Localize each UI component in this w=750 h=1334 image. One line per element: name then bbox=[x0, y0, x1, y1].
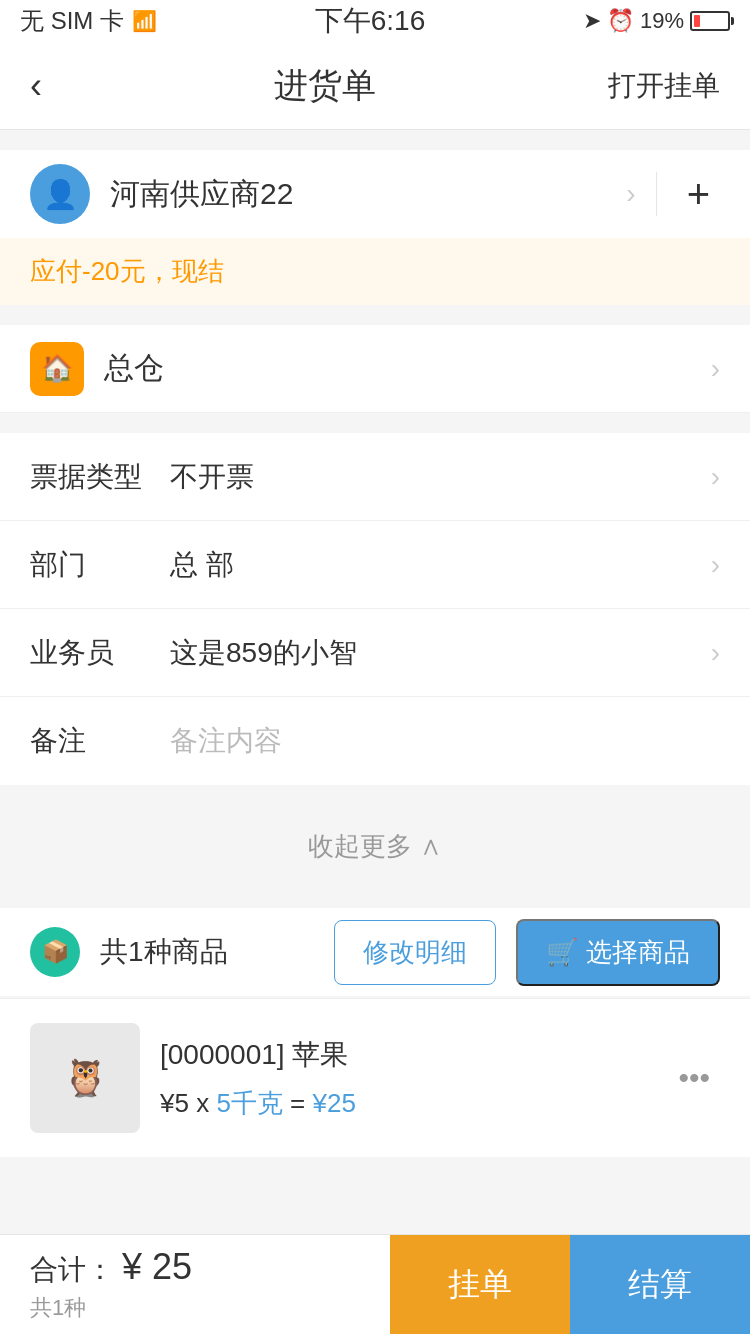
products-icon: 📦 bbox=[30, 927, 80, 977]
separator-products bbox=[0, 888, 750, 908]
supplier-name: 河南供应商22 bbox=[110, 174, 626, 215]
battery-icon bbox=[690, 11, 730, 31]
product-code: [0000001] bbox=[160, 1039, 285, 1070]
separator-top bbox=[0, 130, 750, 150]
product-name: [0000001] 苹果 bbox=[160, 1036, 668, 1074]
checkout-button-label: 结算 bbox=[628, 1263, 692, 1307]
salesman-chevron-icon: › bbox=[711, 637, 720, 669]
product-info: [0000001] 苹果 ¥5 x 5千克 = ¥25 bbox=[160, 1036, 668, 1121]
department-chevron-icon: › bbox=[711, 549, 720, 581]
supplier-card: 👤 河南供应商22 › + 应付-20元，现结 bbox=[0, 150, 750, 305]
battery-percent: 19% bbox=[640, 8, 684, 34]
products-icon-glyph: 📦 bbox=[42, 939, 69, 965]
department-row[interactable]: 部门 总 部 › bbox=[0, 521, 750, 609]
product-multiply: x bbox=[196, 1088, 216, 1118]
supplier-row[interactable]: 👤 河南供应商22 › + bbox=[0, 150, 750, 238]
edit-detail-button[interactable]: 修改明细 bbox=[334, 920, 496, 985]
form-card: 票据类型 不开票 › 部门 总 部 › 业务员 这是859的小智 › 备注 备注… bbox=[0, 433, 750, 785]
location-icon: ➤ bbox=[583, 8, 601, 34]
collapse-label: 收起更多 ∧ bbox=[308, 831, 441, 861]
status-time: 下午6:16 bbox=[315, 2, 426, 40]
notice-bar: 应付-20元，现结 bbox=[0, 238, 750, 305]
warehouse-icon: 🏠 bbox=[30, 342, 84, 396]
product-name-text: 苹果 bbox=[292, 1039, 348, 1070]
product-price: ¥5 x 5千克 = ¥25 bbox=[160, 1086, 668, 1121]
notice-text: 应付-20元，现结 bbox=[30, 256, 224, 286]
wifi-icon: 📶 bbox=[132, 9, 157, 33]
warehouse-row[interactable]: 🏠 总仓 › bbox=[0, 325, 750, 413]
invoice-type-chevron-icon: › bbox=[711, 461, 720, 493]
invoice-type-value: 不开票 bbox=[170, 458, 711, 496]
checkout-button[interactable]: 结算 bbox=[570, 1235, 750, 1335]
hang-button[interactable]: 挂单 bbox=[390, 1235, 570, 1335]
supplier-chevron-icon: › bbox=[626, 178, 635, 210]
invoice-type-label: 票据类型 bbox=[30, 458, 150, 496]
total-label: 合计： bbox=[30, 1251, 114, 1289]
department-value: 总 部 bbox=[170, 546, 711, 584]
product-unit-price: ¥5 bbox=[160, 1088, 189, 1118]
salesman-row[interactable]: 业务员 这是859的小智 › bbox=[0, 609, 750, 697]
collapse-button[interactable]: 收起更多 ∧ bbox=[0, 805, 750, 888]
avatar-icon: 👤 bbox=[43, 178, 78, 211]
salesman-value: 这是859的小智 bbox=[170, 634, 711, 672]
warehouse-card: 🏠 总仓 › bbox=[0, 325, 750, 413]
supplier-divider bbox=[656, 172, 657, 216]
nav-bar: ‹ 进货单 打开挂单 bbox=[0, 42, 750, 130]
products-count-text: 共1种商品 bbox=[100, 933, 314, 971]
back-button[interactable]: ‹ bbox=[30, 65, 42, 107]
salesman-label: 业务员 bbox=[30, 634, 150, 672]
products-header: 📦 共1种商品 修改明细 🛒 选择商品 bbox=[0, 908, 750, 996]
status-bar: 无 SIM 卡 📶 下午6:16 ➤ ⏰ 19% bbox=[0, 0, 750, 42]
status-right: ➤ ⏰ 19% bbox=[583, 8, 730, 34]
remark-label: 备注 bbox=[30, 722, 150, 760]
remark-row[interactable]: 备注 备注内容 bbox=[0, 697, 750, 785]
page-title: 进货单 bbox=[274, 63, 376, 109]
product-thumbnail: 🦉 bbox=[30, 1023, 140, 1133]
open-hang-button[interactable]: 打开挂单 bbox=[608, 67, 720, 105]
total-count: 共1种 bbox=[30, 1293, 360, 1323]
add-supplier-button[interactable]: + bbox=[677, 172, 720, 217]
alarm-icon: ⏰ bbox=[607, 8, 634, 34]
warehouse-chevron-icon: › bbox=[711, 353, 720, 385]
product-total: ¥25 bbox=[313, 1088, 356, 1118]
status-left: 无 SIM 卡 📶 bbox=[20, 5, 157, 37]
product-item: 🦉 [0000001] 苹果 ¥5 x 5千克 = ¥25 ••• bbox=[0, 998, 750, 1157]
supplier-avatar: 👤 bbox=[30, 164, 90, 224]
select-product-label: 选择商品 bbox=[586, 935, 690, 970]
product-thumb-icon: 🦉 bbox=[63, 1057, 108, 1099]
carrier-label: 无 SIM 卡 bbox=[20, 5, 124, 37]
remark-input[interactable]: 备注内容 bbox=[170, 722, 720, 760]
product-more-button[interactable]: ••• bbox=[668, 1051, 720, 1105]
select-product-button[interactable]: 🛒 选择商品 bbox=[516, 919, 720, 986]
warehouse-label: 总仓 bbox=[104, 348, 711, 389]
hang-button-label: 挂单 bbox=[448, 1263, 512, 1307]
bottom-bar: 合计： ¥ 25 共1种 挂单 结算 bbox=[0, 1234, 750, 1334]
total-section: 合计： ¥ 25 共1种 bbox=[0, 1246, 390, 1323]
cart-icon: 🛒 bbox=[546, 937, 578, 968]
department-label: 部门 bbox=[30, 546, 150, 584]
product-equals: = bbox=[290, 1088, 312, 1118]
product-quantity: 5千克 bbox=[216, 1088, 282, 1118]
main-content: 👤 河南供应商22 › + 应付-20元，现结 🏠 总仓 › 票据类型 不开票 … bbox=[0, 130, 750, 1257]
invoice-type-row[interactable]: 票据类型 不开票 › bbox=[0, 433, 750, 521]
total-amount: ¥ 25 bbox=[122, 1246, 192, 1288]
total-row: 合计： ¥ 25 bbox=[30, 1246, 360, 1289]
